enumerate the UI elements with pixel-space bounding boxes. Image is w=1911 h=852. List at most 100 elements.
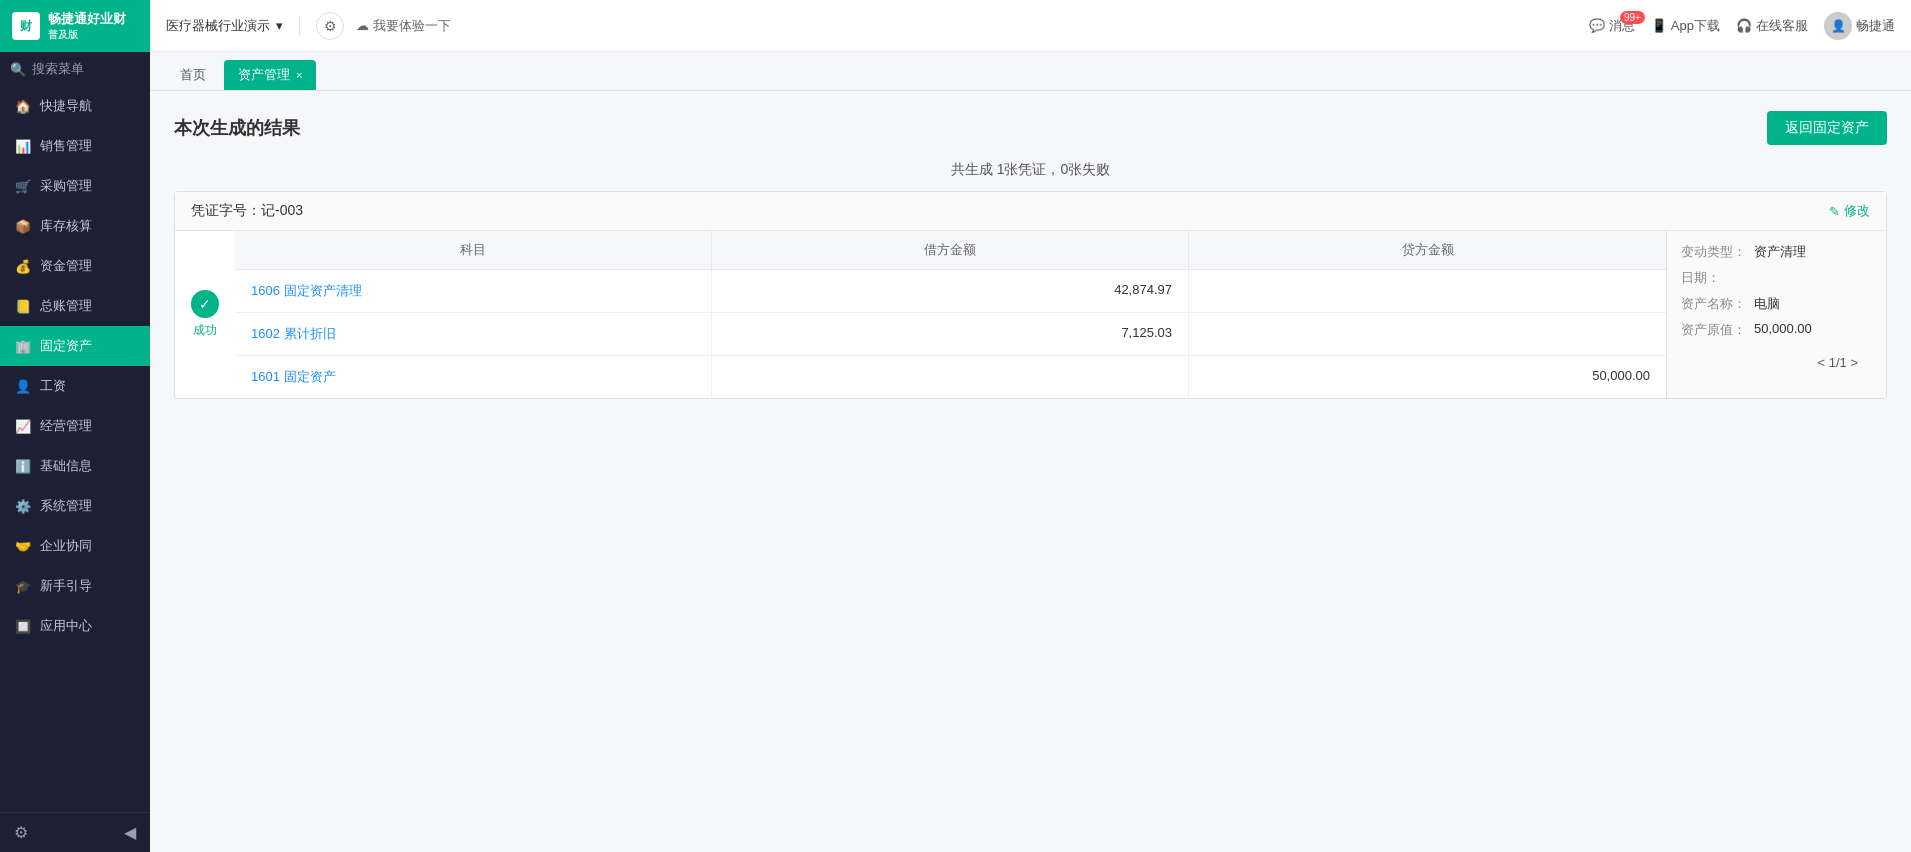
- asset-name-value: 电脑: [1754, 295, 1780, 313]
- page-title: 本次生成的结果: [174, 116, 300, 140]
- sidebar-item-guide[interactable]: 🎓 新手引导: [0, 566, 150, 606]
- td-subject-0: 1606 固定资产清理: [235, 270, 712, 312]
- app-download-button[interactable]: 📱 App下载: [1651, 17, 1720, 35]
- table-row-1: 1602 累计折旧 7,125.03: [235, 313, 1666, 356]
- sidebar-item-sales[interactable]: 📊 销售管理: [0, 126, 150, 166]
- voucher-header: 凭证字号：记-003 ✎ 修改: [175, 192, 1886, 231]
- back-to-fixed-assets-button[interactable]: 返回固定资产: [1767, 111, 1887, 145]
- search-menu-item[interactable]: 🔍 搜索菜单: [0, 52, 150, 86]
- app-download-label: App下载: [1671, 17, 1720, 35]
- tabs-bar: 首页 资产管理 ×: [150, 52, 1911, 91]
- sidebar-item-ledger[interactable]: 📒 总账管理: [0, 286, 150, 326]
- sidebar-item-app-center[interactable]: 🔲 应用中心: [0, 606, 150, 646]
- tab-home[interactable]: 首页: [166, 60, 220, 90]
- sidebar-footer: ⚙ ◀: [0, 812, 150, 852]
- success-checkmark: ✓: [191, 290, 219, 318]
- table-row-2: 1601 固定资产 50,000.00: [235, 356, 1666, 398]
- summary-line: 共生成 1张凭证，0张失败: [174, 161, 1887, 179]
- purchase-label: 采购管理: [40, 177, 92, 195]
- asset-name-row: 资产名称： 电脑: [1681, 295, 1872, 313]
- main-area: 医疗器械行业演示 ▾ ⚙ ☁ 我要体验一下 💬 消息 99+ 📱 App下载 🎧…: [150, 0, 1911, 852]
- messages-badge: 99+: [1620, 11, 1645, 24]
- topbar-divider: [299, 16, 300, 36]
- sidebar-item-business[interactable]: 📈 经营管理: [0, 406, 150, 446]
- logo-subtitle: 普及版: [48, 28, 126, 41]
- edit-button[interactable]: ✎ 修改: [1829, 202, 1870, 220]
- date-row: 日期：: [1681, 269, 1872, 287]
- logo-icon: 财: [12, 12, 40, 40]
- payroll-icon: 👤: [14, 377, 32, 395]
- guide-icon: 🎓: [14, 577, 32, 595]
- sidebar-item-fixed-assets[interactable]: 🏢 固定资产: [0, 326, 150, 366]
- tab-asset-management[interactable]: 资产管理 ×: [224, 60, 316, 90]
- asset-name-label: 资产名称：: [1681, 295, 1746, 313]
- table-row-0: 1606 固定资产清理 42,874.97: [235, 270, 1666, 313]
- fixed-assets-icon: 🏢: [14, 337, 32, 355]
- voucher-number: 凭证字号：记-003: [191, 202, 303, 220]
- sidebar-item-system[interactable]: ⚙️ 系统管理: [0, 486, 150, 526]
- purchase-icon: 🛒: [14, 177, 32, 195]
- pagination[interactable]: < 1/1 >: [1681, 347, 1872, 378]
- table-header: 科目 借方金额 贷方金额: [235, 231, 1666, 270]
- sidebar-logo: 财 畅捷通好业财 普及版: [0, 0, 150, 52]
- inventory-icon: 📦: [14, 217, 32, 235]
- success-row: ✓ 成功 科目 借方金额 贷方金额 1606 固定资产清理 42,874.97 …: [175, 231, 1666, 398]
- voucher-body: ✓ 成功 科目 借方金额 贷方金额 1606 固定资产清理 42,874.97 …: [175, 231, 1886, 398]
- topbar: 医疗器械行业演示 ▾ ⚙ ☁ 我要体验一下 💬 消息 99+ 📱 App下载 🎧…: [150, 0, 1911, 52]
- company-name: 医疗器械行业演示: [166, 17, 270, 35]
- business-label: 经营管理: [40, 417, 92, 435]
- fixed-assets-label: 固定资产: [40, 337, 92, 355]
- tab-close-icon[interactable]: ×: [296, 69, 302, 81]
- logo-text: 畅捷通好业财 普及版: [48, 11, 126, 41]
- settings-button[interactable]: ⚙: [316, 12, 344, 40]
- sidebar-item-purchase[interactable]: 🛒 采购管理: [0, 166, 150, 206]
- basic-info-label: 基础信息: [40, 457, 92, 475]
- settings-icon[interactable]: ⚙: [14, 823, 28, 842]
- ledger-icon: 📒: [14, 297, 32, 315]
- change-type-row: 变动类型： 资产清理: [1681, 243, 1872, 261]
- td-debit-2: [712, 356, 1189, 398]
- finance-icon: 💰: [14, 257, 32, 275]
- original-value-value: 50,000.00: [1754, 321, 1812, 339]
- company-selector[interactable]: 医疗器械行业演示 ▾: [166, 17, 283, 35]
- sidebar-item-finance[interactable]: 💰 资金管理: [0, 246, 150, 286]
- original-value-label: 资产原值：: [1681, 321, 1746, 339]
- user-menu[interactable]: 👤 畅捷通: [1824, 12, 1895, 40]
- col-header-credit: 贷方金额: [1189, 231, 1666, 269]
- date-label: 日期：: [1681, 269, 1720, 287]
- original-value-row: 资产原值： 50,000.00: [1681, 321, 1872, 339]
- td-debit-0: 42,874.97: [712, 270, 1189, 312]
- sidebar-item-quick-nav[interactable]: 🏠 快捷导航: [0, 86, 150, 126]
- voucher-info-panel: 变动类型： 资产清理 日期： 资产名称： 电脑 资产原值： 50,000.00: [1666, 231, 1886, 398]
- td-credit-2: 50,000.00: [1189, 356, 1666, 398]
- cloud-icon: ☁: [356, 18, 369, 33]
- collapse-icon[interactable]: ◀: [124, 823, 136, 842]
- td-debit-1: 7,125.03: [712, 313, 1189, 355]
- online-service-label: 在线客服: [1756, 17, 1808, 35]
- messages-button[interactable]: 💬 消息 99+: [1589, 17, 1635, 35]
- success-label: 成功: [193, 322, 217, 339]
- inventory-label: 库存核算: [40, 217, 92, 235]
- edit-label: 修改: [1844, 202, 1870, 220]
- sidebar-item-inventory[interactable]: 📦 库存核算: [0, 206, 150, 246]
- voucher-table: 科目 借方金额 贷方金额 1606 固定资产清理 42,874.97 1602 …: [235, 231, 1666, 398]
- avatar: 👤: [1824, 12, 1852, 40]
- guide-label: 新手引导: [40, 577, 92, 595]
- company-dropdown-icon: ▾: [276, 18, 283, 33]
- quick-nav-label: 快捷导航: [40, 97, 92, 115]
- change-type-label: 变动类型：: [1681, 243, 1746, 261]
- td-subject-1: 1602 累计折旧: [235, 313, 712, 355]
- sidebar-item-basic-info[interactable]: ℹ️ 基础信息: [0, 446, 150, 486]
- finance-label: 资金管理: [40, 257, 92, 275]
- system-label: 系统管理: [40, 497, 92, 515]
- sidebar-item-payroll[interactable]: 👤 工资: [0, 366, 150, 406]
- search-label: 搜索菜单: [32, 60, 84, 78]
- user-name: 畅捷通: [1856, 17, 1895, 35]
- trial-button[interactable]: ☁ 我要体验一下: [356, 17, 451, 35]
- sidebar-item-enterprise[interactable]: 🤝 企业协同: [0, 526, 150, 566]
- col-header-debit: 借方金额: [712, 231, 1189, 269]
- page-header: 本次生成的结果 返回固定资产: [174, 111, 1887, 145]
- payroll-label: 工资: [40, 377, 66, 395]
- online-service-button[interactable]: 🎧 在线客服: [1736, 17, 1808, 35]
- topbar-right: 💬 消息 99+ 📱 App下载 🎧 在线客服 👤 畅捷通: [1589, 12, 1895, 40]
